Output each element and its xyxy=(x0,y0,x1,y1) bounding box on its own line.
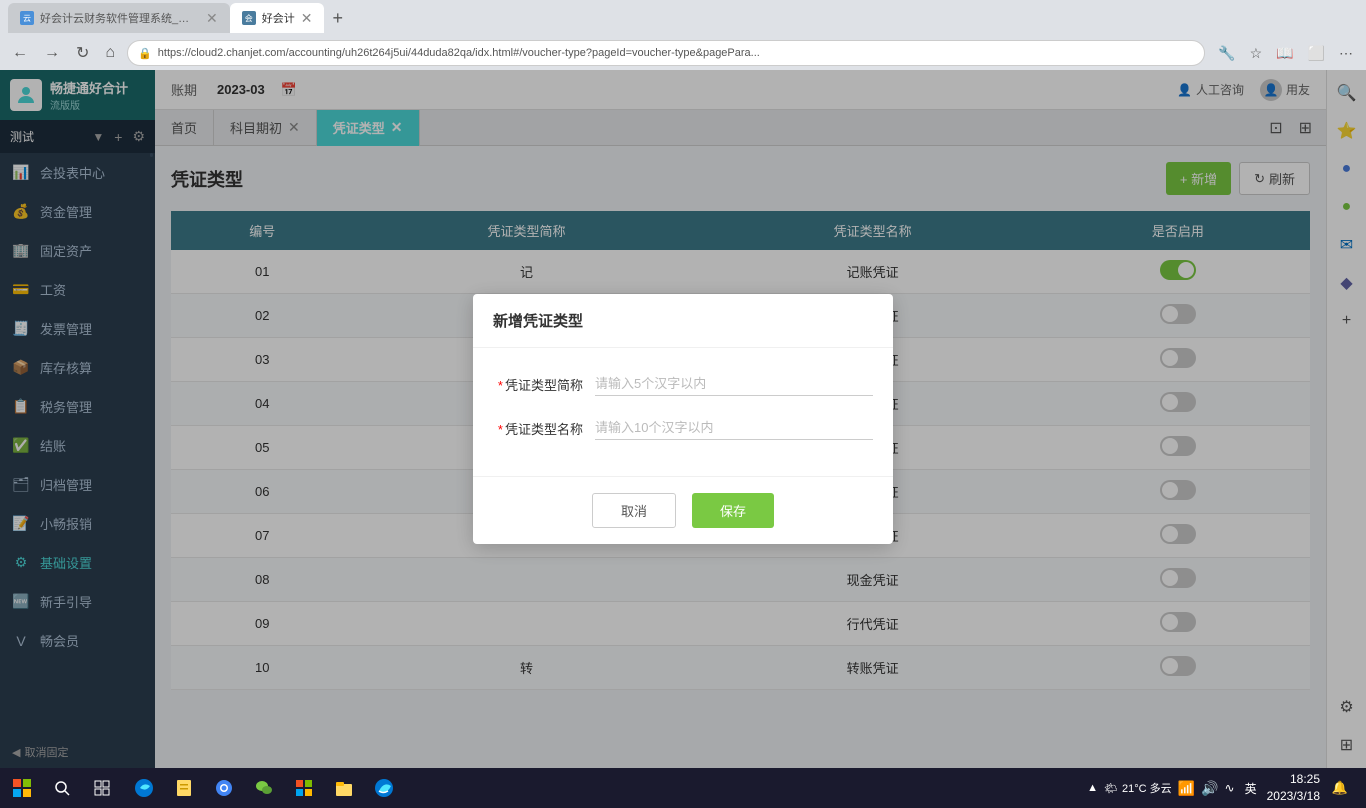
split-button[interactable]: ⬜ xyxy=(1303,42,1330,65)
tab2-favicon: 会 xyxy=(242,11,256,25)
taskbar-app-file[interactable] xyxy=(164,768,204,808)
systray-up-icon[interactable]: ▲ xyxy=(1087,782,1098,794)
form-label-abbr: *凭证类型简称 xyxy=(493,375,583,394)
url-box[interactable]: 🔒 https://cloud2.chanjet.com/accounting/… xyxy=(127,40,1205,66)
taskbar-app-chrome[interactable] xyxy=(204,768,244,808)
modal-footer: 取消 保存 xyxy=(473,476,893,544)
browser-tab-2[interactable]: 会 好会计 ✕ xyxy=(230,3,325,33)
browser-tab-1[interactable]: 云 好会计云财务软件管理系统_会计 ✕ xyxy=(8,3,230,33)
taskbar-app-explorer[interactable] xyxy=(324,768,364,808)
modal-overlay: 新增凭证类型 *凭证类型简称 *凭证类型名称 取消 保存 xyxy=(0,70,1366,768)
taskbar-app-store[interactable] xyxy=(284,768,324,808)
form-row-abbr: *凭证类型简称 xyxy=(493,372,873,396)
taskbar-search-button[interactable] xyxy=(44,770,80,806)
taskbar-app-edge[interactable] xyxy=(124,768,164,808)
tab-bar: 云 好会计云财务软件管理系统_会计 ✕ 会 好会计 ✕ + xyxy=(0,0,1366,36)
lock-icon: 🔒 xyxy=(138,47,152,60)
modal-header: 新增凭证类型 xyxy=(473,294,893,348)
modal-dialog: 新增凭证类型 *凭证类型简称 *凭证类型名称 取消 保存 xyxy=(473,294,893,544)
tab1-title: 好会计云财务软件管理系统_会计 xyxy=(40,10,200,26)
tab2-close[interactable]: ✕ xyxy=(301,10,313,27)
tab1-close[interactable]: ✕ xyxy=(206,10,218,27)
taskbar-app-wechat[interactable] xyxy=(244,768,284,808)
clock-date: 2023/3/18 xyxy=(1267,788,1320,805)
forward-button[interactable]: → xyxy=(40,40,64,66)
url-text: https://cloud2.chanjet.com/accounting/uh… xyxy=(158,47,760,59)
tab1-favicon: 云 xyxy=(20,11,34,25)
taskbar-start-button[interactable] xyxy=(4,770,40,806)
notification-button[interactable]: 🔔 xyxy=(1326,774,1354,802)
back-button[interactable]: ← xyxy=(8,40,32,66)
volume-icon[interactable]: 🔊 xyxy=(1201,780,1218,797)
save-button[interactable]: 保存 xyxy=(692,493,774,528)
wind-icon: ∿ xyxy=(1225,781,1235,795)
modal-title: 新增凭证类型 xyxy=(493,313,583,330)
address-bar: ← → ↻ ⌂ 🔒 https://cloud2.chanjet.com/acc… xyxy=(0,36,1366,70)
taskbar-taskview-button[interactable] xyxy=(84,770,120,806)
required-name: * xyxy=(498,422,503,437)
modal-body: *凭证类型简称 *凭证类型名称 xyxy=(473,348,893,476)
weather-info: 🌤 21°C 多云 xyxy=(1104,780,1172,796)
language-indicator[interactable]: 英 xyxy=(1241,778,1261,799)
taskbar: ▲ 🌤 21°C 多云 📶 🔊 ∿ 英 18:25 2023/3/18 🔔 xyxy=(0,768,1366,808)
input-name[interactable] xyxy=(595,416,873,440)
new-tab-button[interactable]: + xyxy=(324,4,351,33)
favorites-button[interactable]: ☆ xyxy=(1245,42,1268,65)
extensions-button[interactable]: 🔧 xyxy=(1213,42,1240,65)
form-label-name: *凭证类型名称 xyxy=(493,419,583,438)
taskbar-time[interactable]: 18:25 2023/3/18 xyxy=(1267,771,1320,805)
home-button[interactable]: ⌂ xyxy=(101,40,119,66)
weather-text: 21°C 多云 xyxy=(1122,780,1172,796)
required-abbr: * xyxy=(498,378,503,393)
cancel-button[interactable]: 取消 xyxy=(592,493,676,528)
refresh-button[interactable]: ↻ xyxy=(72,39,93,67)
browser-actions: 🔧 ☆ 📖 ⬜ ⋯ xyxy=(1213,42,1358,65)
taskbar-app-edge2[interactable] xyxy=(364,768,404,808)
weather-icon: 🌤 xyxy=(1104,782,1118,795)
tab2-title: 好会计 xyxy=(262,10,295,26)
input-abbr[interactable] xyxy=(595,372,873,396)
reading-view-button[interactable]: 📖 xyxy=(1271,42,1298,65)
clock-time: 18:25 xyxy=(1267,771,1320,788)
taskbar-systray: ▲ 🌤 21°C 多云 📶 🔊 ∿ 英 18:25 2023/3/18 🔔 xyxy=(1079,771,1362,805)
network-icon[interactable]: 📶 xyxy=(1178,780,1195,797)
taskbar-apps xyxy=(124,768,404,808)
form-row-name: *凭证类型名称 xyxy=(493,416,873,440)
more-button[interactable]: ⋯ xyxy=(1334,42,1358,65)
